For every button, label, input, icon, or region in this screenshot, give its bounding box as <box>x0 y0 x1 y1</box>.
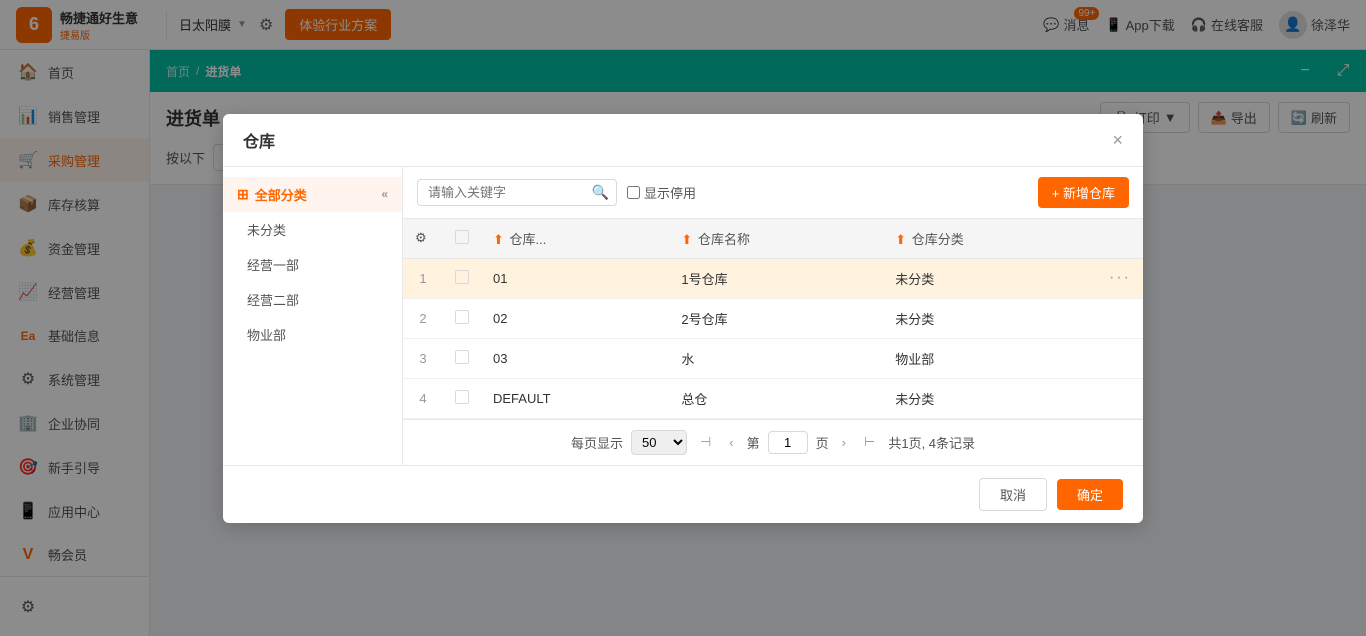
page-prev-button[interactable]: ‹ <box>724 433 738 452</box>
modal-title: 仓库 <box>243 128 275 152</box>
modal-header: 仓库 × <box>223 114 1143 167</box>
category-item-property[interactable]: 物业部 <box>223 317 402 352</box>
select-all-checkbox[interactable] <box>455 230 469 244</box>
row-checkbox-icon-1 <box>455 270 469 284</box>
page-first-button[interactable]: ⊣ <box>695 432 716 452</box>
row-gear-2: 2 <box>403 298 443 338</box>
row-code-4: DEFAULT <box>481 378 669 418</box>
sort-icon-cat: ⬆ <box>895 232 906 247</box>
col-category: ⬆ 仓库分类 <box>883 219 1097 259</box>
row-actions-3 <box>1097 338 1143 378</box>
row-category-1: 未分类 <box>883 258 1097 298</box>
modal-body: ⊞ 全部分类 « 未分类 经营一部 经营二部 物业部 🔍 <box>223 167 1143 465</box>
modal-close-button[interactable]: × <box>1112 131 1123 149</box>
per-page-select[interactable]: 50 100 <box>631 430 687 455</box>
table-header-row: ⚙ ⬆ 仓库... ⬆ <box>403 219 1143 259</box>
modal-table: ⚙ ⬆ 仓库... ⬆ <box>403 219 1143 419</box>
new-warehouse-button[interactable]: + 新增仓库 <box>1038 177 1129 208</box>
row-gear-1: 1 <box>403 258 443 298</box>
row-code-1: 01 <box>481 258 669 298</box>
category-item-dept1[interactable]: 经营一部 <box>223 247 402 282</box>
col-name: ⬆ 仓库名称 <box>669 219 883 259</box>
confirm-button[interactable]: 确定 <box>1057 479 1123 510</box>
gear-icon: ⚙ <box>415 230 427 245</box>
show-disabled-checkbox[interactable] <box>627 186 640 199</box>
row-category-4: 未分类 <box>883 378 1097 418</box>
row-checkbox-4[interactable] <box>443 378 481 418</box>
search-input[interactable] <box>417 179 617 206</box>
collapse-icon[interactable]: « <box>381 187 388 201</box>
row-actions-1: ··· <box>1097 258 1143 298</box>
warehouse-modal: 仓库 × ⊞ 全部分类 « 未分类 经营一部 经营二部 物业部 <box>223 114 1143 523</box>
row-checkbox-icon-3 <box>455 350 469 364</box>
row-name-1: 1号仓库 <box>669 258 883 298</box>
grid-icon: ⊞ <box>237 186 249 203</box>
search-icon: 🔍 <box>592 184 609 201</box>
row-code-3: 03 <box>481 338 669 378</box>
category-item-dept2[interactable]: 经营二部 <box>223 282 402 317</box>
show-disabled-checkbox-label[interactable]: 显示停用 <box>627 183 696 202</box>
cancel-button[interactable]: 取消 <box>979 478 1047 511</box>
category-item-uncategorized[interactable]: 未分类 <box>223 212 402 247</box>
category-all-header[interactable]: ⊞ 全部分类 « <box>223 177 402 212</box>
row-category-2: 未分类 <box>883 298 1097 338</box>
col-gear: ⚙ <box>403 219 443 259</box>
row-name-2: 2号仓库 <box>669 298 883 338</box>
page-last-button[interactable]: ⊢ <box>859 432 880 452</box>
modal-pagination: 每页显示 50 100 ⊣ ‹ 第 页 › ⊢ 共1页, 4条记录 <box>403 419 1143 465</box>
table-row[interactable]: 1 01 1号仓库 未分类 ··· <box>403 258 1143 298</box>
row-checkbox-2[interactable] <box>443 298 481 338</box>
category-panel: ⊞ 全部分类 « 未分类 经营一部 经营二部 物业部 <box>223 167 403 465</box>
table-row[interactable]: 2 02 2号仓库 未分类 <box>403 298 1143 338</box>
sort-icon-name: ⬆ <box>681 232 692 247</box>
row-checkbox-1[interactable] <box>443 258 481 298</box>
sort-icon: ⬆ <box>493 232 504 247</box>
col-code: ⬆ 仓库... <box>481 219 669 259</box>
row-name-4: 总仓 <box>669 378 883 418</box>
col-checkbox <box>443 219 481 259</box>
row-code-2: 02 <box>481 298 669 338</box>
row-category-3: 物业部 <box>883 338 1097 378</box>
row-name-3: 水 <box>669 338 883 378</box>
row-more-icon[interactable]: ··· <box>1109 269 1131 286</box>
row-gear-3: 3 <box>403 338 443 378</box>
row-actions-2 <box>1097 298 1143 338</box>
row-gear-4: 4 <box>403 378 443 418</box>
col-actions <box>1097 219 1143 259</box>
page-number-input[interactable] <box>768 431 808 454</box>
row-checkbox-icon-2 <box>455 310 469 324</box>
page-next-button[interactable]: › <box>837 433 851 452</box>
content-panel: 🔍 显示停用 + 新增仓库 ⚙ <box>403 167 1143 465</box>
search-wrapper: 🔍 <box>417 179 617 206</box>
modal-footer: 取消 确定 <box>223 465 1143 523</box>
row-actions-4 <box>1097 378 1143 418</box>
modal-overlay: 仓库 × ⊞ 全部分类 « 未分类 经营一部 经营二部 物业部 <box>0 0 1366 636</box>
row-checkbox-icon-4 <box>455 390 469 404</box>
table-row[interactable]: 3 03 水 物业部 <box>403 338 1143 378</box>
table-row[interactable]: 4 DEFAULT 总仓 未分类 <box>403 378 1143 418</box>
modal-toolbar: 🔍 显示停用 + 新增仓库 <box>403 167 1143 219</box>
row-checkbox-3[interactable] <box>443 338 481 378</box>
